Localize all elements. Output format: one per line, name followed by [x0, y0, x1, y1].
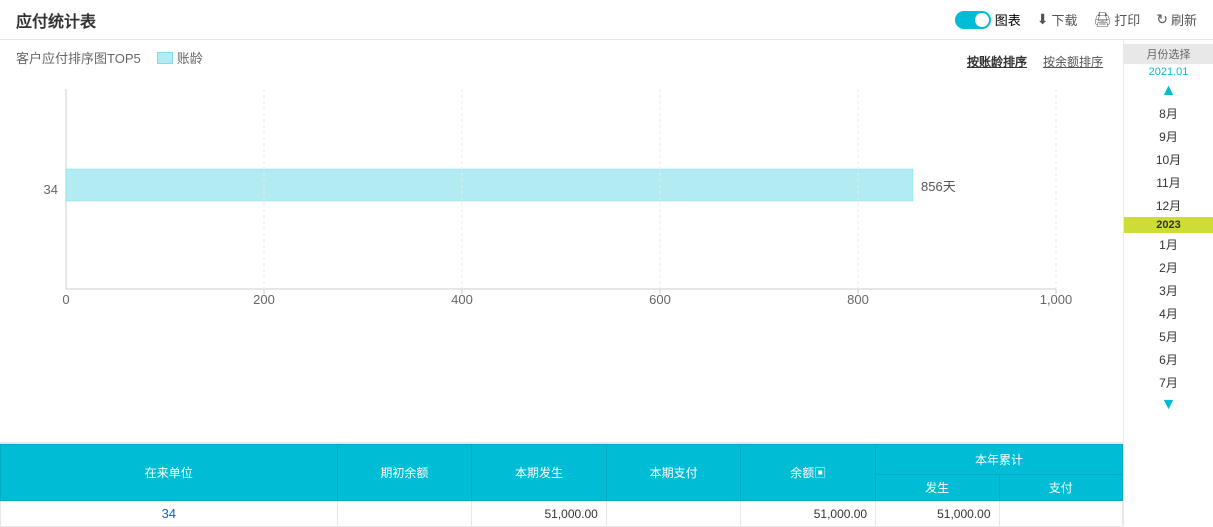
chart-section: 客户应付排序图TOP5 账龄 按账龄排序 按余额排序	[0, 40, 1123, 442]
chart-legend: 客户应付排序图TOP5 账龄	[16, 48, 203, 67]
chart-toggle-group[interactable]: 图表	[955, 10, 1021, 29]
cell-balance: 51,000.00	[741, 501, 876, 527]
table-row: 34 51,000.00 51,000.00 51,000.00	[1, 501, 1123, 527]
col-cumulative: 本年累计	[876, 445, 1123, 475]
sidebar-month-10[interactable]: 10月	[1124, 148, 1213, 171]
header-actions: 图表 ⬇ 下载 🖨 打印 ↻ 刷新	[955, 10, 1197, 29]
chart-controls: 按账龄排序 按余额排序	[963, 51, 1107, 72]
col-balance: 余额▣	[741, 445, 876, 501]
cell-opening	[337, 501, 472, 527]
print-button[interactable]: 🖨 打印	[1093, 10, 1140, 29]
legend-box-aging	[157, 52, 173, 64]
year-divider-2023: 2023	[1124, 217, 1213, 233]
sidebar-month-5[interactable]: 5月	[1124, 325, 1213, 348]
sidebar-month-3[interactable]: 3月	[1124, 279, 1213, 302]
sidebar-month-11[interactable]: 11月	[1124, 171, 1213, 194]
col-cum-occ: 发生	[876, 475, 999, 501]
table-section: 在来单位 期初余额 本期发生 本期支付 余额▣ 本年累计 发生 支付	[0, 442, 1123, 527]
print-icon: 🖨	[1093, 11, 1111, 28]
page-title: 应付统计表	[16, 8, 96, 32]
svg-text:800: 800	[847, 292, 869, 307]
col-current-occ: 本期发生	[472, 445, 607, 501]
legend-item-aging: 账龄	[157, 48, 203, 67]
sidebar-year-value[interactable]: 2021.01	[1124, 64, 1213, 80]
sidebar-month-12[interactable]: 12月	[1124, 194, 1213, 217]
svg-text:856天: 856天	[921, 179, 956, 194]
svg-text:400: 400	[451, 292, 473, 307]
col-cum-pay: 支付	[999, 475, 1122, 501]
svg-text:600: 600	[649, 292, 671, 307]
cell-current-pay	[606, 501, 741, 527]
sidebar-month-2[interactable]: 2月	[1124, 256, 1213, 279]
cell-current-occ: 51,000.00	[472, 501, 607, 527]
cell-cum-pay	[999, 501, 1122, 527]
chart-toggle-label: 图表	[995, 10, 1021, 29]
col-opening: 期初余额	[337, 445, 472, 501]
cell-cum-occ: 51,000.00	[876, 501, 999, 527]
refresh-icon: ↻	[1156, 11, 1168, 28]
sidebar-year-label: 月份选择	[1124, 44, 1213, 64]
chart-toggle[interactable]	[955, 11, 991, 29]
download-icon: ⬇	[1037, 11, 1049, 28]
month-sidebar: 月份选择 2021.01 ▲ 8月 9月 10月 11月 12月 2023 1月…	[1123, 40, 1213, 527]
refresh-button[interactable]: ↻ 刷新	[1156, 10, 1197, 29]
svg-text:34: 34	[44, 182, 58, 197]
sidebar-month-4[interactable]: 4月	[1124, 302, 1213, 325]
svg-text:1,000: 1,000	[1040, 292, 1073, 307]
sidebar-month-7[interactable]: 7月	[1124, 371, 1213, 394]
download-button[interactable]: ⬇ 下载	[1037, 10, 1078, 29]
sidebar-month-6[interactable]: 6月	[1124, 348, 1213, 371]
sort-by-amount-btn[interactable]: 按余额排序	[1039, 51, 1107, 72]
sidebar-scroll-down[interactable]: ▼	[1124, 394, 1213, 416]
col-current-pay: 本期支付	[606, 445, 741, 501]
sidebar-scroll-up[interactable]: ▲	[1124, 80, 1213, 102]
legend-item-top5: 客户应付排序图TOP5	[16, 48, 141, 67]
sidebar-month-1[interactable]: 1月	[1124, 233, 1213, 256]
svg-text:200: 200	[253, 292, 275, 307]
bar-chart: 34 856天 0 200 400 600	[16, 79, 1076, 329]
sidebar-month-8[interactable]: 8月	[1124, 102, 1213, 125]
sort-by-balance-btn[interactable]: 按账龄排序	[963, 51, 1031, 72]
svg-text:0: 0	[62, 292, 69, 307]
col-unit: 在来单位	[1, 445, 338, 501]
unit-link[interactable]: 34	[162, 506, 176, 521]
cell-unit: 34	[1, 501, 338, 527]
sidebar-month-9[interactable]: 9月	[1124, 125, 1213, 148]
